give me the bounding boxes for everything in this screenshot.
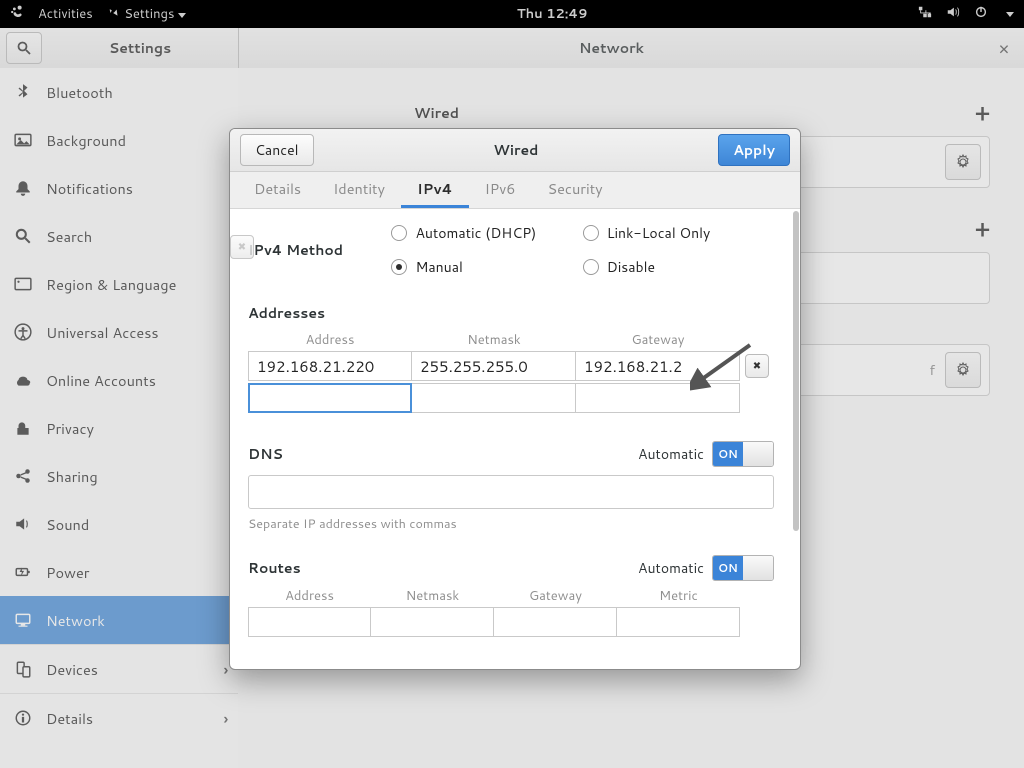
- address-row: [248, 383, 774, 413]
- remove-route-button: [230, 235, 254, 259]
- tab-ipv4[interactable]: IPv4: [401, 172, 469, 208]
- dns-servers-input[interactable]: [248, 475, 774, 509]
- addresses-heading: Addresses: [248, 303, 774, 323]
- dialog-scrollbar[interactable]: [792, 207, 800, 669]
- radio-manual[interactable]: Manual: [391, 257, 582, 277]
- dns-heading: DNS: [248, 444, 638, 464]
- tab-details[interactable]: Details: [238, 172, 317, 208]
- gateway-input[interactable]: [576, 351, 740, 381]
- route-netmask-input[interactable]: [371, 607, 494, 637]
- radio-disable[interactable]: Disable: [583, 257, 774, 277]
- route-metric-input[interactable]: [617, 607, 740, 637]
- gateway-input[interactable]: [576, 383, 740, 413]
- radio-link-local[interactable]: Link-Local Only: [583, 223, 774, 243]
- activities-button[interactable]: Activities: [38, 5, 93, 23]
- dialog-body: IPv4 Method Automatic (DHCP) Manual Link…: [230, 207, 792, 669]
- radio-label: Disable: [607, 257, 655, 277]
- addresses-column-headers: Address Netmask Gateway: [248, 331, 774, 349]
- network-status-icon[interactable]: [918, 5, 932, 24]
- dns-hint: Separate IP addresses with commas: [248, 515, 774, 533]
- address-input[interactable]: [248, 383, 412, 413]
- radio-label: Automatic (DHCP): [415, 223, 536, 243]
- cancel-button[interactable]: Cancel: [240, 134, 314, 166]
- dialog-tabs: Details Identity IPv4 IPv6 Security: [230, 172, 800, 209]
- ipv4-method-label: IPv4 Method: [248, 240, 391, 260]
- route-address-input[interactable]: [248, 607, 371, 637]
- power-icon[interactable]: [974, 5, 988, 24]
- wired-connection-dialog: Cancel Wired Apply Details Identity IPv4…: [229, 128, 801, 670]
- tab-ipv6[interactable]: IPv6: [469, 172, 532, 208]
- radio-label: Manual: [415, 257, 462, 277]
- route-gateway-input[interactable]: [494, 607, 617, 637]
- apply-button[interactable]: Apply: [718, 134, 790, 166]
- netmask-input[interactable]: [412, 383, 576, 413]
- remove-address-button[interactable]: [745, 354, 769, 378]
- routes-automatic-label: Automatic: [638, 558, 704, 578]
- dialog-headerbar: Cancel Wired Apply: [230, 129, 800, 172]
- radio-label: Link-Local Only: [607, 223, 711, 243]
- system-menu-chevron-icon[interactable]: [1006, 12, 1014, 17]
- routes-heading: Routes: [248, 558, 638, 578]
- netmask-input[interactable]: [412, 351, 576, 381]
- address-row: [248, 351, 774, 381]
- volume-icon[interactable]: [946, 5, 960, 24]
- tab-identity[interactable]: Identity: [317, 172, 401, 208]
- routes-automatic-switch[interactable]: ON: [712, 555, 774, 581]
- gnome-top-bar: Activities Settings Thu 12:49: [0, 0, 1024, 28]
- app-menu[interactable]: Settings: [107, 5, 187, 23]
- routes-column-headers: Address Netmask Gateway Metric: [248, 587, 774, 605]
- clock[interactable]: Thu 12:49: [186, 5, 918, 23]
- tab-security[interactable]: Security: [531, 172, 618, 208]
- dns-automatic-label: Automatic: [638, 444, 704, 464]
- radio-automatic-dhcp[interactable]: Automatic (DHCP): [391, 223, 582, 243]
- dns-automatic-switch[interactable]: ON: [712, 441, 774, 467]
- address-input[interactable]: [248, 351, 412, 381]
- dialog-title: Wired: [314, 140, 719, 160]
- route-row: [248, 607, 774, 637]
- gnome-logo-icon: [10, 5, 24, 24]
